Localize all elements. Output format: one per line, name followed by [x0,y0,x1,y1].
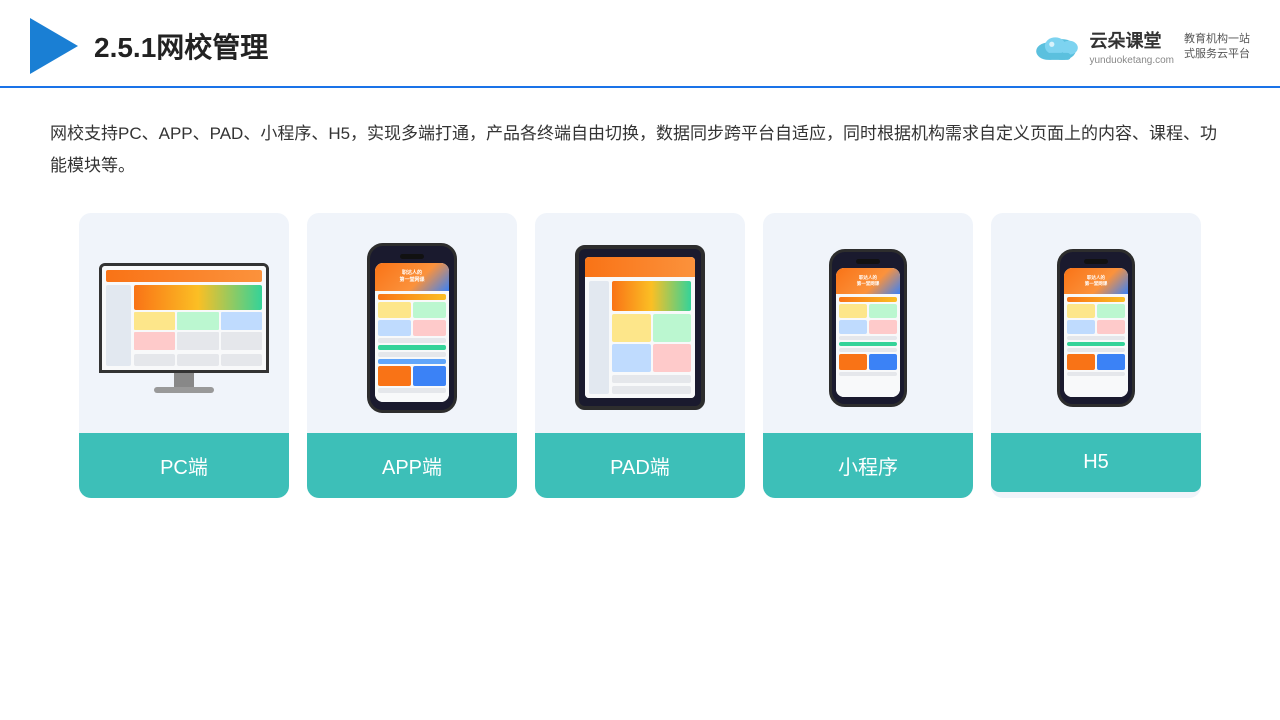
card-pad: PAD端 [535,213,745,498]
card-app: 职达人的第一堂网课 [307,213,517,498]
card-h5-label: H5 [991,433,1201,492]
card-pc-label: PC端 [79,433,289,498]
card-app-label: APP端 [307,433,517,498]
card-h5: 职达人的第一堂网课 [991,213,1201,498]
brand-name-text: 云朵课堂 yunduoketang.com [1089,27,1174,66]
page-title: 2.5.1网校管理 [94,26,268,66]
brand-logo: 云朵课堂 yunduoketang.com 教育机构一站式服务云平台 [1031,27,1250,66]
phone-mini-screen: 职达人的第一堂网课 [836,268,900,397]
desktop-screen [99,263,269,373]
brand-tagline: 教育机构一站式服务云平台 [1184,32,1250,63]
brand-logo-top: 云朵课堂 yunduoketang.com 教育机构一站式服务云平台 [1031,27,1250,66]
card-miniprogram-label: 小程序 [763,433,973,498]
card-h5-image: 职达人的第一堂网课 [991,213,1201,433]
tablet-device [575,245,705,410]
tablet-screen [585,257,695,398]
header-left: 2.5.1网校管理 [30,18,268,74]
phone-device: 职达人的第一堂网课 [367,243,457,413]
logo-triangle-icon [30,18,78,74]
cloud-icon [1031,30,1083,62]
card-miniprogram-image: 职达人的第一堂网课 [763,213,973,433]
card-app-image: 职达人的第一堂网课 [307,213,517,433]
phone-mini-notch [856,259,880,264]
page-header: 2.5.1网校管理 云朵课堂 yunduoketang.com 教育机构一站式服… [0,0,1280,88]
phone-h5-device: 职达人的第一堂网课 [1057,249,1135,407]
phone-notch [400,254,424,259]
card-pc: PC端 [79,213,289,498]
phone-outer: 职达人的第一堂网课 [367,243,457,413]
description-text: 网校支持PC、APP、PAD、小程序、H5，实现多端打通，产品各终端自由切换，数… [50,118,1230,183]
phone-h5-outer: 职达人的第一堂网课 [1057,249,1135,407]
card-pad-image [535,213,745,433]
main-content: 网校支持PC、APP、PAD、小程序、H5，实现多端打通，产品各终端自由切换，数… [0,88,1280,518]
card-pc-image [79,213,289,433]
phone-h5-screen: 职达人的第一堂网课 [1064,268,1128,397]
phone-screen: 职达人的第一堂网课 [375,263,449,402]
phone-mini-device: 职达人的第一堂网课 [829,249,907,407]
phone-h5-notch [1084,259,1108,264]
phone-mini-outer: 职达人的第一堂网课 [829,249,907,407]
desktop-device [99,263,269,393]
tablet-outer [575,245,705,410]
card-pad-label: PAD端 [535,433,745,498]
card-miniprogram: 职达人的第一堂网课 [763,213,973,498]
platform-cards-row: PC端 职达人的第一堂网课 [50,213,1230,498]
